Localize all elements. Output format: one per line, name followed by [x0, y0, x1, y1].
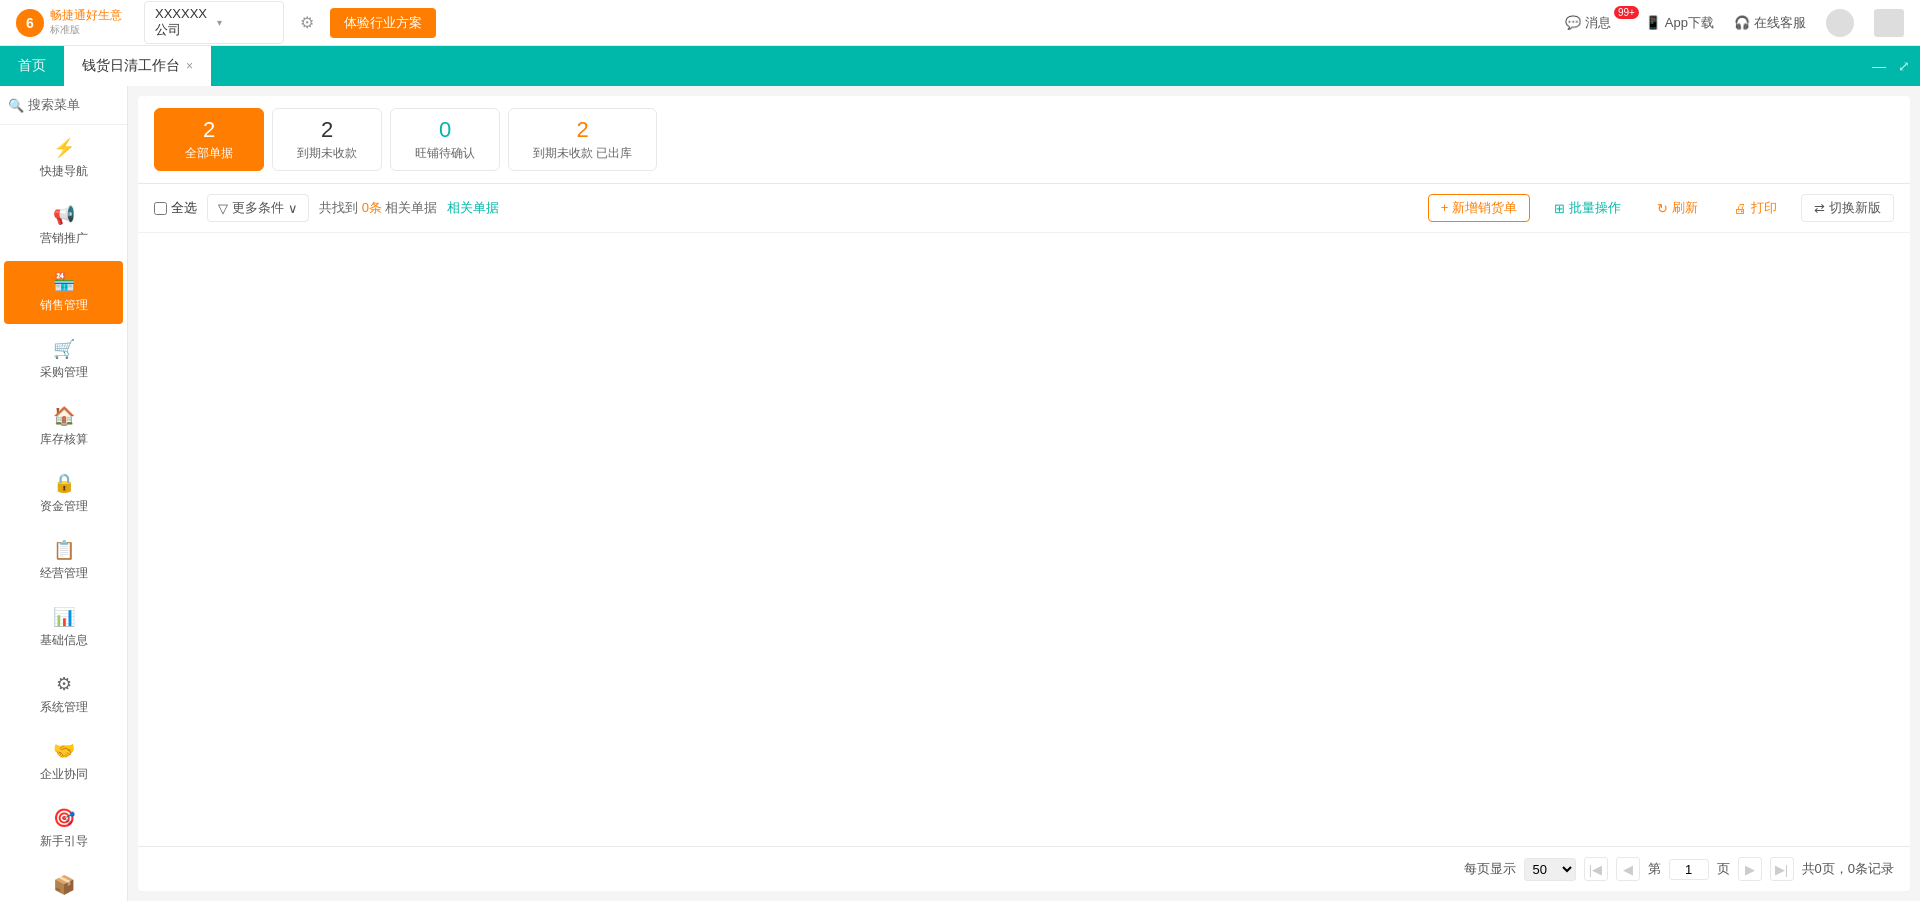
- toolbar-right: + 新增销货单 ⊞ 批量操作 ↻ 刷新 🖨 打印 ⇄: [1428, 194, 1894, 222]
- page-input[interactable]: [1669, 859, 1709, 880]
- sidebar-search[interactable]: 🔍 搜索菜单: [0, 86, 127, 125]
- select-all-wrapper[interactable]: 全选: [154, 199, 197, 217]
- sidebar-item-marketing[interactable]: 📢 营销推广: [4, 194, 123, 257]
- user-profile-btn[interactable]: [1874, 9, 1904, 37]
- operations-icon: 📋: [53, 539, 75, 561]
- stat-label-wangpu: 旺铺待确认: [415, 145, 475, 162]
- sidebar-item-inventory[interactable]: 🏠 库存核算: [4, 395, 123, 458]
- sidebar-item-purchase[interactable]: 🛒 采购管理: [4, 328, 123, 391]
- logo-sub: 标准版: [50, 23, 122, 37]
- sidebar-item-guide[interactable]: 🎯 新手引导: [4, 797, 123, 860]
- sidebar-item-capital[interactable]: 🔒 资金管理: [4, 462, 123, 525]
- avatar[interactable]: [1826, 9, 1854, 37]
- select-all-checkbox[interactable]: [154, 202, 167, 215]
- guide-icon: 🎯: [53, 807, 75, 829]
- message-badge: 99+: [1614, 6, 1639, 19]
- tab-active[interactable]: 钱货日清工作台 ×: [64, 46, 211, 86]
- related-link[interactable]: 相关单据: [447, 199, 499, 217]
- nav-tabs: 首页 钱货日清工作台 × — ⤢: [0, 46, 1920, 86]
- sales-icon: 🏪: [53, 271, 75, 293]
- page-prev-btn[interactable]: ◀: [1616, 857, 1640, 881]
- capital-icon: 🔒: [53, 472, 75, 494]
- top-header: 6 畅捷通好生意 标准版 XXXXXX公司 ▾ ⚙ 体验行业方案 💬 消息 99…: [0, 0, 1920, 46]
- stat-number-overdue: 2: [321, 117, 333, 143]
- settings-icon[interactable]: ⚙: [292, 8, 322, 38]
- sidebar-item-app-center[interactable]: 📦 应用中心: [4, 864, 123, 901]
- print-btn[interactable]: 🖨 打印: [1722, 195, 1789, 221]
- cooperation-icon: 🤝: [53, 740, 75, 762]
- stat-card-all[interactable]: 2 全部单据: [154, 108, 264, 171]
- stat-card-overdue-out[interactable]: 2 到期未收款 已出库: [508, 108, 657, 171]
- stat-number-overdue-out: 2: [577, 117, 589, 143]
- app-center-icon: 📦: [53, 874, 75, 896]
- tab-home[interactable]: 首页: [0, 46, 64, 86]
- sidebar: 🔍 搜索菜单 ⚡ 快捷导航 📢 营销推广 🏪 销售管理 🛒 采购管理 🏠 库存核…: [0, 86, 128, 901]
- batch-icon: ⊞: [1554, 201, 1565, 216]
- table-area: [138, 233, 1910, 846]
- search-icon: 🔍: [8, 98, 24, 113]
- tab-close-icon[interactable]: ×: [186, 59, 193, 73]
- chevron-down-icon: ▾: [217, 17, 273, 28]
- page-first-btn[interactable]: |◀: [1584, 857, 1608, 881]
- message-icon: 💬: [1565, 15, 1581, 30]
- stat-card-overdue[interactable]: 2 到期未收款: [272, 108, 382, 171]
- sidebar-item-system[interactable]: ⚙ 系统管理: [4, 663, 123, 726]
- inventory-icon: 🏠: [53, 405, 75, 427]
- toolbar-left: 全选 ▽ 更多条件 ∨ 共找到 0条 相关单据 相关单据: [154, 194, 1418, 222]
- sidebar-item-cooperation[interactable]: 🤝 企业协同: [4, 730, 123, 793]
- page-next-btn[interactable]: ▶: [1738, 857, 1762, 881]
- filter-icon: ▽: [218, 201, 228, 216]
- stats-row: 2 全部单据 2 到期未收款 0 旺铺待确认 2 到期未收款 已出库: [138, 96, 1910, 184]
- print-icon: 🖨: [1734, 201, 1747, 216]
- messages-btn[interactable]: 💬 消息 99+: [1565, 14, 1625, 32]
- sidebar-item-quick-nav[interactable]: ⚡ 快捷导航: [4, 127, 123, 190]
- basic-info-icon: 📊: [53, 606, 75, 628]
- filter-button[interactable]: ▽ 更多条件 ∨: [207, 194, 309, 222]
- nav-minimize-icon[interactable]: —: [1870, 56, 1888, 76]
- stat-label-overdue: 到期未收款: [297, 145, 357, 162]
- toolbar: 全选 ▽ 更多条件 ∨ 共找到 0条 相关单据 相关单据 + 新增销货: [138, 184, 1910, 233]
- header-right: 💬 消息 99+ 📱 App下载 🎧 在线客服: [1565, 9, 1904, 37]
- logo-area: 6 畅捷通好生意 标准版: [16, 8, 144, 38]
- nav-expand-icon[interactable]: ⤢: [1896, 56, 1912, 76]
- found-count: 0条: [362, 200, 382, 215]
- quick-nav-icon: ⚡: [53, 137, 75, 159]
- stat-label-all: 全部单据: [185, 145, 233, 162]
- stat-label-overdue-out: 到期未收款 已出库: [533, 145, 632, 162]
- stat-card-wangpu[interactable]: 0 旺铺待确认: [390, 108, 500, 171]
- experience-button[interactable]: 体验行业方案: [330, 8, 436, 38]
- stat-number-all: 2: [203, 117, 215, 143]
- purchase-icon: 🛒: [53, 338, 75, 360]
- refresh-icon: ↻: [1657, 201, 1668, 216]
- app-download-btn[interactable]: 📱 App下载: [1645, 14, 1714, 32]
- add-sales-btn[interactable]: + 新增销货单: [1428, 194, 1530, 222]
- switch-version-btn[interactable]: ⇄ 切换新版: [1801, 194, 1894, 222]
- sidebar-item-operations[interactable]: 📋 经营管理: [4, 529, 123, 592]
- filter-chevron-icon: ∨: [288, 201, 298, 216]
- content: 2 全部单据 2 到期未收款 0 旺铺待确认 2 到期未收款 已出库: [128, 86, 1920, 901]
- main-layout: 🔍 搜索菜单 ⚡ 快捷导航 📢 营销推广 🏪 销售管理 🛒 采购管理 🏠 库存核…: [0, 86, 1920, 901]
- stat-number-wangpu: 0: [439, 117, 451, 143]
- download-icon: 📱: [1645, 15, 1661, 30]
- per-page-select[interactable]: 50 100 200: [1524, 858, 1576, 881]
- batch-btn[interactable]: ⊞ 批量操作: [1542, 195, 1633, 221]
- sidebar-item-basic-info[interactable]: 📊 基础信息: [4, 596, 123, 659]
- sidebar-item-sales[interactable]: 🏪 销售管理: [4, 261, 123, 324]
- system-icon: ⚙: [56, 673, 72, 695]
- page-last-btn[interactable]: ▶|: [1770, 857, 1794, 881]
- content-inner: 2 全部单据 2 到期未收款 0 旺铺待确认 2 到期未收款 已出库: [138, 96, 1910, 891]
- online-service-btn[interactable]: 🎧 在线客服: [1734, 14, 1806, 32]
- nav-right-icons: — ⤢: [1870, 56, 1920, 76]
- found-text: 共找到 0条 相关单据: [319, 199, 437, 217]
- logo-text: 畅捷通好生意: [50, 8, 122, 24]
- total-label: 共0页，0条记录: [1802, 860, 1894, 878]
- logo-icon: 6: [16, 9, 44, 37]
- refresh-btn[interactable]: ↻ 刷新: [1645, 195, 1710, 221]
- company-selector[interactable]: XXXXXX公司 ▾: [144, 1, 284, 44]
- switch-icon: ⇄: [1814, 201, 1825, 216]
- service-icon: 🎧: [1734, 15, 1750, 30]
- pagination-bar: 每页显示 50 100 200 |◀ ◀ 第 页 ▶ ▶| 共0页，0条记录: [138, 846, 1910, 891]
- marketing-icon: 📢: [53, 204, 75, 226]
